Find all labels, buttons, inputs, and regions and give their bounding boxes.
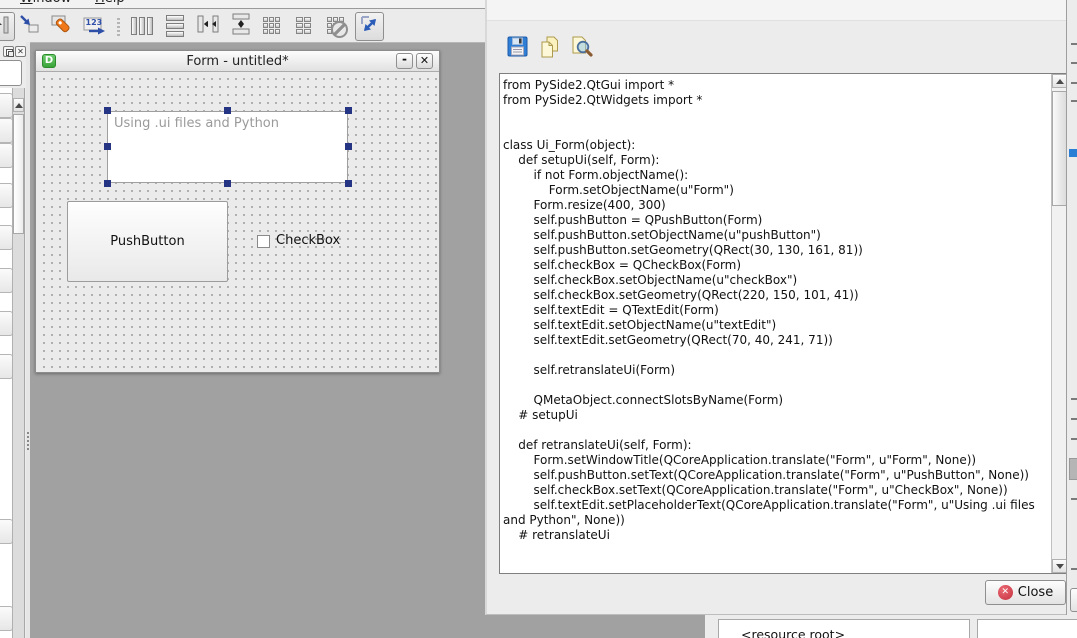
widget-box-row[interactable] [0, 606, 12, 631]
svg-text:123: 123 [85, 18, 102, 27]
scrollbar-thumb[interactable] [1052, 91, 1067, 206]
menu-window[interactable]: Window [20, 0, 71, 6]
layout-form-button[interactable] [290, 12, 317, 39]
close-circle-icon: ✕ [998, 585, 1013, 600]
widget-box-row[interactable] [0, 183, 12, 208]
edit-buddies-button[interactable] [48, 12, 75, 39]
copy-icon [538, 35, 562, 63]
layout-horizontal-splitter-icon [197, 13, 219, 39]
checkbox-label: CheckBox [276, 233, 340, 248]
selection-handle[interactable] [104, 143, 111, 150]
form-window-title: Form - untitled* [36, 54, 439, 69]
dialog-top-band [487, 0, 1066, 21]
layout-grid-button[interactable] [258, 12, 285, 39]
edit-tab-order-button[interactable]: 123 [80, 12, 107, 39]
toolbar-separator [117, 16, 120, 36]
widget-filter-input[interactable] [0, 60, 22, 86]
widget-box-list[interactable] [0, 88, 12, 638]
selection-handle[interactable] [104, 107, 111, 114]
layout-horizontal-button[interactable] [128, 12, 155, 39]
form-canvas[interactable]: Using .ui files and Python PushButton Ch… [37, 72, 439, 372]
edit-tab-order-icon: 123 [82, 12, 106, 40]
widget-box-scrollbar[interactable] [12, 88, 25, 638]
scroll-down-icon[interactable] [1052, 559, 1067, 573]
widget-box-row[interactable] [0, 354, 12, 379]
textedit-placeholder: Using .ui files and Python [114, 116, 279, 131]
widget-box-dock: ✕ [0, 42, 30, 638]
selection-handle[interactable] [104, 180, 111, 187]
selection-handle[interactable] [345, 143, 352, 150]
widget-box-row[interactable] [0, 143, 12, 168]
edit-signals-slots-icon [17, 12, 41, 40]
widget-box-row[interactable] [0, 268, 12, 293]
generated-python-code[interactable]: from PySide2.QtGui import * from PySide2… [500, 74, 1067, 547]
selection-handle[interactable] [345, 180, 352, 187]
widget-box-row[interactable] [0, 225, 12, 250]
adjust-size-icon [359, 14, 381, 40]
scroll-up-icon[interactable] [13, 98, 24, 112]
form-minimize-button[interactable]: - [396, 53, 413, 69]
find-button[interactable] [569, 36, 595, 62]
save-button[interactable] [505, 36, 531, 62]
widget-box-row[interactable] [0, 519, 12, 544]
scrollbar-thumb[interactable] [13, 114, 24, 234]
cropped-button [1070, 588, 1077, 612]
layout-vertical-button[interactable] [161, 12, 188, 39]
break-layout-button[interactable] [322, 12, 349, 39]
checkbox-indicator[interactable] [257, 235, 270, 248]
layout-vertical-icon [166, 15, 184, 37]
break-layout-icon [327, 17, 344, 34]
dock-splitter-handle[interactable] [26, 42, 30, 638]
dock-float-button[interactable] [3, 46, 14, 57]
save-icon [506, 35, 530, 63]
designer-pushbutton-widget[interactable]: PushButton [67, 201, 228, 282]
scroll-up-icon[interactable] [1052, 74, 1067, 88]
widget-box-row[interactable] [0, 118, 12, 143]
menu-help[interactable]: Help [95, 0, 125, 6]
code-scrollbar[interactable] [1051, 74, 1067, 573]
edit-widgets-button[interactable] [0, 12, 15, 41]
copy-button[interactable] [537, 36, 563, 62]
form-window-titlebar[interactable]: D Form - untitled* - ✕ [36, 51, 439, 72]
layout-grid-icon [263, 17, 280, 34]
resource-browser-dock: <resource root> [705, 615, 1077, 638]
resource-preview-panel[interactable] [977, 619, 1077, 638]
close-button[interactable]: ✕ Close [985, 580, 1066, 605]
designer-checkbox-widget[interactable]: CheckBox [257, 221, 358, 262]
edit-signals-slots-button[interactable] [15, 12, 42, 39]
find-icon [570, 35, 594, 63]
widget-box-row[interactable] [0, 311, 12, 336]
selection-handle[interactable] [345, 107, 352, 114]
code-text-area[interactable]: from PySide2.QtGui import * from PySide2… [499, 73, 1068, 574]
selection-handle[interactable] [224, 107, 231, 114]
qt-designer-screen: Window Help 123 [0, 0, 1077, 638]
layout-vertical-splitter-button[interactable] [227, 12, 254, 39]
strip-selection [1069, 149, 1077, 157]
widget-box-row[interactable] [0, 93, 12, 118]
layout-vertical-splitter-icon [230, 13, 252, 39]
form-close-button[interactable]: ✕ [416, 53, 433, 69]
designer-form-window[interactable]: D Form - untitled* - ✕ Using .ui files a… [35, 50, 440, 373]
edit-widgets-icon [0, 14, 12, 40]
close-button-label: Close [1018, 585, 1053, 600]
adjust-size-button[interactable] [355, 12, 384, 41]
right-cropped-panel [1066, 0, 1077, 615]
layout-horizontal-splitter-button[interactable] [194, 12, 221, 39]
layout-horizontal-icon [131, 17, 153, 35]
resource-root-item[interactable]: <resource root> [741, 627, 845, 638]
designer-textedit-widget[interactable]: Using .ui files and Python [107, 111, 348, 183]
selection-handle[interactable] [224, 180, 231, 187]
code-preview-dialog: from PySide2.QtGui import * from PySide2… [485, 0, 1066, 615]
edit-buddies-icon [50, 12, 74, 40]
layout-form-icon [296, 17, 311, 34]
resource-tree-panel[interactable]: <resource root> [718, 619, 970, 638]
dock-close-button[interactable]: ✕ [15, 46, 26, 57]
